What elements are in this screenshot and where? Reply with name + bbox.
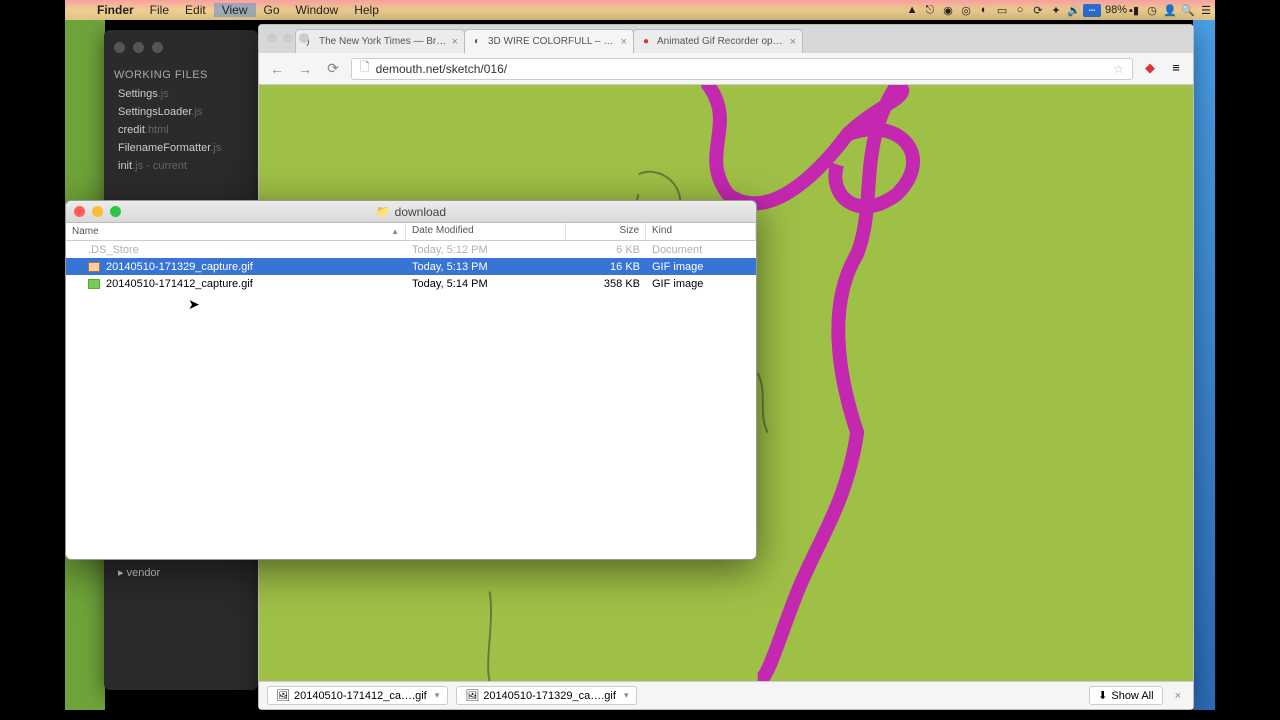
chevron-down-icon[interactable]: ▾ xyxy=(624,690,629,701)
finder-file-list[interactable]: .DS_Store Today, 5:12 PM 6 KB Document 2… xyxy=(66,241,756,292)
status-icon[interactable]: ◉ xyxy=(939,4,957,17)
close-icon[interactable]: × xyxy=(790,36,796,48)
notification-center-icon[interactable]: ☰ xyxy=(1197,4,1215,17)
close-icon[interactable]: × xyxy=(621,36,627,48)
download-item[interactable]: 🖼20140510-171329_ca….gif▾ xyxy=(456,686,637,705)
download-bar: 🖼20140510-171412_ca….gif▾ 🖼20140510-1713… xyxy=(259,681,1193,709)
menu-edit[interactable]: Edit xyxy=(177,3,214,17)
status-icon[interactable]: ▭ xyxy=(993,4,1011,17)
menubar: Finder File Edit View Go Window Help ▲ ⎋… xyxy=(65,0,1215,20)
browser-addressbar: ← → ⟳ 🗋demouth.net/sketch/016/☆ ◆ ≡ xyxy=(259,53,1193,85)
menu-file[interactable]: File xyxy=(142,3,177,17)
user-icon[interactable]: 👤 xyxy=(1161,4,1179,17)
finder-title: 📁download xyxy=(66,205,756,219)
status-icon[interactable]: ⟳ xyxy=(1029,4,1047,17)
finder-column-headers[interactable]: Name▲ Date Modified Size Kind xyxy=(66,223,756,241)
star-icon[interactable]: ☆ xyxy=(1113,62,1124,76)
file-icon: 🖼 xyxy=(276,689,290,702)
reload-button[interactable]: ⟳ xyxy=(323,60,343,77)
finder-row[interactable]: .DS_Store Today, 5:12 PM 6 KB Document xyxy=(66,241,756,258)
editor-file[interactable]: FilenameFormatter.js xyxy=(104,139,258,157)
close-icon[interactable]: × xyxy=(452,36,458,48)
status-icon[interactable]: ◎ xyxy=(957,4,975,17)
bluetooth-icon[interactable]: ⵈ xyxy=(1083,4,1101,17)
editor-file[interactable]: SettingsLoader.js xyxy=(104,103,258,121)
status-icon[interactable]: ▲ xyxy=(903,4,921,16)
gif-file-icon xyxy=(88,262,100,272)
browser-tab[interactable]: ●Animated Gif Recorder op…× xyxy=(633,29,803,53)
browser-tabstrip: )The New York Times — Br…× ◐3D WIRE COLO… xyxy=(259,25,1193,53)
editor-file[interactable]: Settings.js xyxy=(104,85,258,103)
show-all-downloads-button[interactable]: ⬇Show All xyxy=(1089,686,1162,705)
menu-help[interactable]: Help xyxy=(346,3,387,17)
desktop-bg-right xyxy=(1193,20,1215,710)
spotlight-icon[interactable]: 🔍 xyxy=(1179,4,1197,17)
finder-row-selected[interactable]: 20140510-171329_capture.gif Today, 5:13 … xyxy=(66,258,756,275)
favicon-icon: ◐ xyxy=(471,36,483,48)
forward-button[interactable]: → xyxy=(295,61,315,77)
status-icon[interactable]: ◐ xyxy=(975,4,993,16)
finder-titlebar[interactable]: 📁download xyxy=(66,201,756,223)
status-icon[interactable]: ✦ xyxy=(1047,4,1065,17)
clock-icon[interactable]: ◷ xyxy=(1143,4,1161,17)
editor-file[interactable]: credit.html xyxy=(104,121,258,139)
download-item[interactable]: 🖼20140510-171412_ca….gif▾ xyxy=(267,686,448,705)
hamburger-menu-icon[interactable]: ≡ xyxy=(1167,60,1185,78)
editor-section: Working Files xyxy=(104,65,258,85)
editor-traffic-lights[interactable] xyxy=(104,30,258,65)
menu-view[interactable]: View xyxy=(214,3,256,17)
menu-window[interactable]: Window xyxy=(288,3,347,17)
close-downloadbar-button[interactable]: × xyxy=(1171,690,1185,702)
url-input[interactable]: 🗋demouth.net/sketch/016/☆ xyxy=(351,58,1133,80)
menubar-app-name[interactable]: Finder xyxy=(89,3,142,17)
folder-icon: 📁 xyxy=(376,205,390,218)
back-button[interactable]: ← xyxy=(267,61,287,77)
finder-row[interactable]: 20140510-171412_capture.gif Today, 5:14 … xyxy=(66,275,756,292)
gif-file-icon xyxy=(88,279,100,289)
extension-icon[interactable]: ◆ xyxy=(1141,60,1159,78)
battery-indicator[interactable]: 98%▪▮ xyxy=(1101,4,1143,17)
file-icon: 🖼 xyxy=(465,689,479,702)
favicon-icon: ● xyxy=(640,36,652,48)
chevron-down-icon[interactable]: ▾ xyxy=(435,690,440,701)
cursor-icon: ➤ xyxy=(188,296,200,313)
finder-window: 📁download Name▲ Date Modified Size Kind … xyxy=(65,200,757,560)
browser-tab[interactable]: ◐3D WIRE COLORFULL – de…× xyxy=(464,29,634,53)
browser-tab[interactable]: )The New York Times — Br…× xyxy=(295,29,465,53)
editor-file[interactable]: init.js - current xyxy=(104,157,258,175)
volume-icon[interactable]: 🔊 xyxy=(1065,4,1083,17)
sort-indicator-icon[interactable]: ▲ xyxy=(391,227,399,236)
status-icon[interactable]: ○ xyxy=(1011,4,1029,16)
editor-folder[interactable]: ▸ vendor xyxy=(104,563,258,582)
browser-traffic-lights[interactable] xyxy=(267,33,309,43)
menu-go[interactable]: Go xyxy=(256,3,288,17)
status-icon[interactable]: ⎋ xyxy=(921,4,939,17)
